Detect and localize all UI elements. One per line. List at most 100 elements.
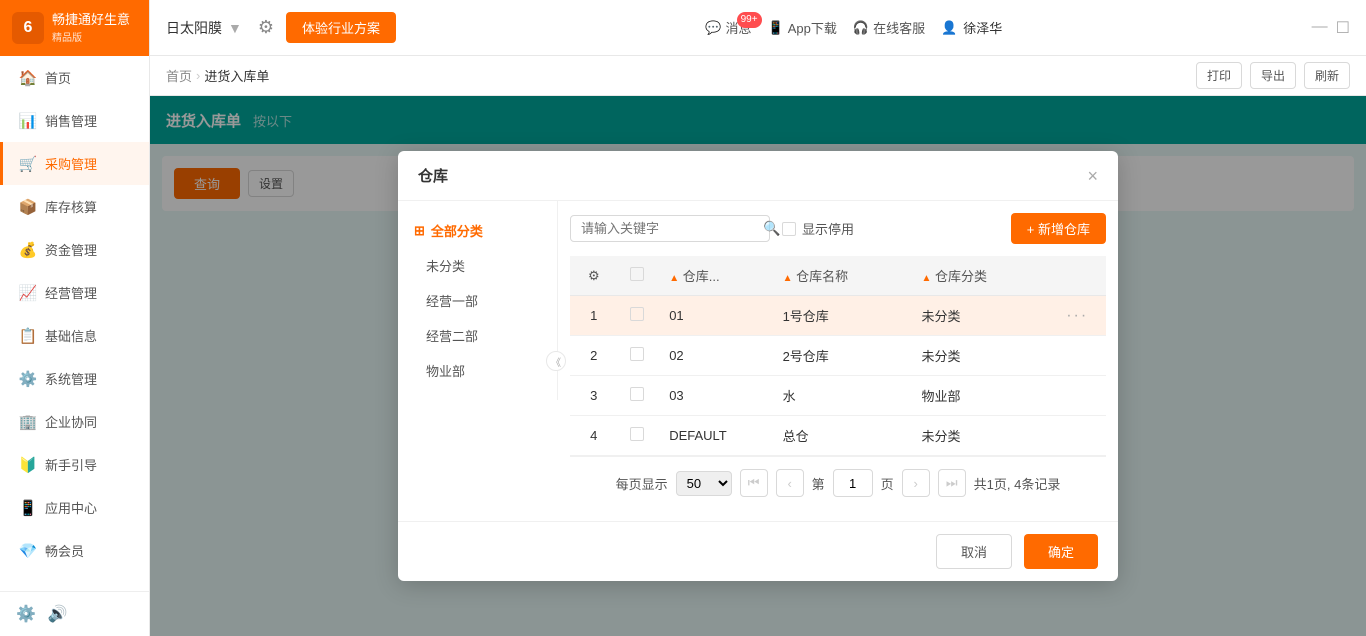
more-dots-icon[interactable]: ··· (1066, 307, 1088, 324)
online-service-label: 在线客服 (873, 18, 925, 37)
sidebar-item-home[interactable]: 🏠 首页 (0, 56, 149, 99)
category-item-dept2[interactable]: 经营二部 (398, 318, 557, 353)
print-button[interactable]: 打印 (1196, 62, 1242, 89)
category-item-uncat[interactable]: 未分类 (398, 248, 557, 283)
breadcrumb-current: 进货入库单 (204, 66, 269, 85)
refresh-button[interactable]: 刷新 (1304, 62, 1350, 89)
page-header: 首页 › 进货入库单 打印 导出 刷新 (150, 56, 1366, 96)
table-row[interactable]: 4 DEFAULT 总仓 未分类 (570, 416, 1106, 456)
warehouse-table-area: 🔍 显示停用 + 新增仓库 (558, 201, 1118, 521)
sidebar-collapse-button[interactable]: 《 (546, 351, 566, 371)
row-checkbox[interactable] (630, 307, 644, 321)
breadcrumb-home[interactable]: 首页 (166, 66, 192, 85)
table-row[interactable]: 2 02 2号仓库 未分类 (570, 336, 1106, 376)
table-row[interactable]: 3 03 水 物业部 (570, 376, 1106, 416)
select-all-checkbox[interactable] (630, 267, 644, 281)
category-item-dept1[interactable]: 经营一部 (398, 283, 557, 318)
row-checkbox-cell[interactable] (618, 336, 658, 376)
sidebar-item-enterprise[interactable]: 🏢 企业协同 (0, 400, 149, 443)
category-all[interactable]: ⊞ 全部分类 (398, 213, 557, 248)
topbar-gear-icon[interactable]: ⚙ (258, 17, 274, 38)
appstore-icon: 📱 (19, 499, 37, 517)
row-code: DEFAULT (657, 416, 770, 456)
sort-name-icon[interactable]: ▲ (783, 273, 793, 284)
prev-page-button[interactable]: ‹ (776, 469, 804, 497)
row-checkbox-cell[interactable] (618, 376, 658, 416)
message-icon: 💬 (705, 20, 721, 36)
warehouse-table-wrap: ⚙ ▲ 仓库... (570, 256, 1106, 456)
row-more[interactable] (1048, 376, 1106, 416)
sort-cat-icon[interactable]: ▲ (921, 273, 931, 284)
store-selector[interactable]: 日太阳膜 ▼ (166, 18, 242, 38)
sidebar-item-sales[interactable]: 📊 销售管理 (0, 99, 149, 142)
row-more[interactable]: ··· (1048, 296, 1106, 336)
category-item-property[interactable]: 物业部 (398, 353, 557, 388)
row-more[interactable] (1048, 336, 1106, 376)
search-box[interactable]: 🔍 (570, 215, 770, 242)
app-download-link[interactable]: 📱 App下载 (768, 18, 837, 37)
row-checkbox-cell[interactable] (618, 416, 658, 456)
sidebar-item-basic[interactable]: 📋 基础信息 (0, 314, 149, 357)
sidebar-item-finance[interactable]: 💰 资金管理 (0, 228, 149, 271)
dialog-close-button[interactable]: × (1087, 167, 1098, 185)
first-page-button[interactable]: ⏮ (740, 469, 768, 497)
search-input[interactable] (581, 221, 757, 236)
sidebar-item-system[interactable]: ⚙️ 系统管理 (0, 357, 149, 400)
sidebar-label-purchase: 采购管理 (45, 154, 97, 173)
col-header-more (1048, 256, 1106, 296)
per-page-select[interactable]: 50 10 20 100 (676, 471, 732, 496)
dialog-overlay: 仓库 × ⊞ 全部分类 未分类 (150, 96, 1366, 636)
enterprise-icon: 🏢 (19, 413, 37, 431)
confirm-button[interactable]: 确定 (1024, 534, 1098, 569)
minimize-button[interactable]: — (1312, 18, 1328, 38)
topbar-right: 💬 消息 99+ 📱 App下载 🎧 在线客服 👤 徐泽华 (705, 18, 1002, 37)
next-page-button[interactable]: › (902, 469, 930, 497)
page-summary: 共1页, 4条记录 (974, 474, 1061, 493)
sidebar-item-operations[interactable]: 📈 经营管理 (0, 271, 149, 314)
sidebar-item-inventory[interactable]: 📦 库存核算 (0, 185, 149, 228)
table-row[interactable]: 1 01 1号仓库 未分类 ··· (570, 296, 1106, 336)
settings-bottom-icon[interactable]: ⚙️ (16, 604, 36, 624)
row-checkbox[interactable] (630, 387, 644, 401)
user-avatar[interactable]: 👤 徐泽华 (941, 18, 1002, 37)
row-checkbox-cell[interactable] (618, 296, 658, 336)
row-name: 2号仓库 (771, 336, 910, 376)
messages-badge[interactable]: 💬 消息 99+ (705, 18, 751, 37)
gear-th-icon[interactable]: ⚙ (588, 268, 600, 283)
cancel-button[interactable]: 取消 (936, 534, 1012, 569)
online-service-link[interactable]: 🎧 在线客服 (853, 18, 925, 37)
sidebar-nav: 🏠 首页 📊 销售管理 🛒 采购管理 📦 库存核算 💰 资金管理 📈 经营管理 … (0, 56, 149, 591)
show-disabled-checkbox[interactable] (782, 222, 796, 236)
logo-icon: 6 (12, 12, 44, 44)
row-checkbox[interactable] (630, 427, 644, 441)
row-checkbox[interactable] (630, 347, 644, 361)
dialog-footer: 取消 确定 (398, 521, 1118, 581)
sidebar-item-guide[interactable]: 🔰 新手引导 (0, 443, 149, 486)
trial-button[interactable]: 体验行业方案 (286, 12, 396, 43)
export-button[interactable]: 导出 (1250, 62, 1296, 89)
sidebar-item-appstore[interactable]: 📱 应用中心 (0, 486, 149, 529)
sidebar-item-member[interactable]: 💎 畅会员 (0, 529, 149, 572)
cat-dept2-label: 经营二部 (426, 329, 478, 344)
guide-icon: 🔰 (19, 456, 37, 474)
sidebar-label-inventory: 库存核算 (45, 197, 97, 216)
last-page-button[interactable]: ⏭ (938, 469, 966, 497)
sidebar-label-enterprise: 企业协同 (45, 412, 97, 431)
logo-line2: 精品版 (52, 29, 130, 44)
row-more[interactable] (1048, 416, 1106, 456)
row-cat: 物业部 (909, 376, 1048, 416)
page-number-input[interactable] (833, 469, 873, 497)
speaker-icon[interactable]: 🔊 (48, 604, 68, 624)
show-disabled-toggle[interactable]: 显示停用 (782, 219, 854, 238)
sales-icon: 📊 (19, 112, 37, 130)
sort-code-icon[interactable]: ▲ (669, 273, 679, 284)
sidebar-item-purchase[interactable]: 🛒 采购管理 (0, 142, 149, 185)
avatar-icon: 👤 (941, 20, 957, 36)
category-sidebar: ⊞ 全部分类 未分类 经营一部 经营二部 (398, 201, 558, 400)
add-warehouse-button[interactable]: + 新增仓库 (1011, 213, 1106, 244)
cat-dept1-label: 经营一部 (426, 294, 478, 309)
row-num: 3 (570, 376, 618, 416)
maximize-button[interactable]: ☐ (1336, 18, 1350, 38)
table-toolbar: 🔍 显示停用 + 新增仓库 (570, 213, 1106, 244)
sidebar-label-appstore: 应用中心 (45, 498, 97, 517)
